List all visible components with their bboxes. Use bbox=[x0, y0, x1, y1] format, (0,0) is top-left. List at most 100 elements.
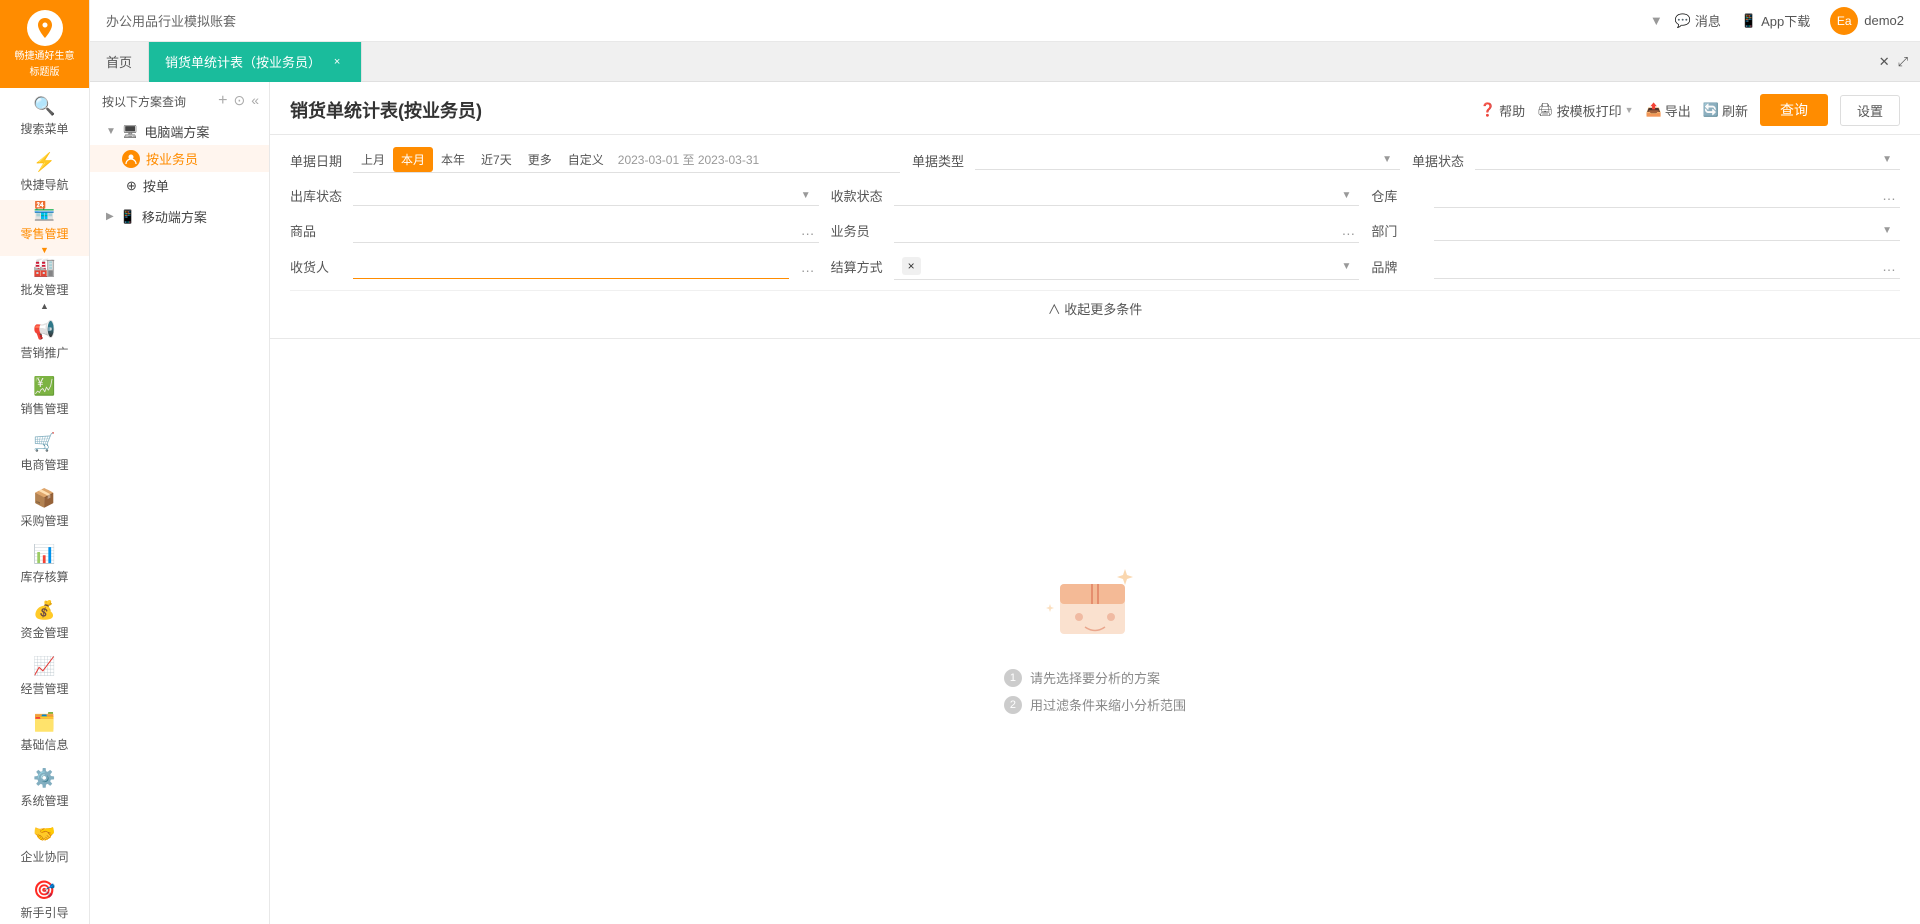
tree-arrow-mobile: ▶ bbox=[106, 211, 114, 222]
date-btn-7days[interactable]: 近7天 bbox=[473, 147, 520, 172]
left-panel-actions: + ⊙ « bbox=[218, 92, 259, 110]
help-label: 帮助 bbox=[1499, 101, 1525, 120]
empty-tip-2: 2 用过滤条件来缩小分析范围 bbox=[1004, 695, 1186, 714]
export-label: 导出 bbox=[1665, 101, 1691, 120]
filter-settlement: 结算方式 × ▼ bbox=[831, 253, 1360, 280]
sidebar-item-guide[interactable]: 🎯 新手引导 bbox=[0, 872, 90, 924]
salesperson-dots[interactable]: … bbox=[1341, 222, 1355, 238]
date-btn-lastmonth[interactable]: 上月 bbox=[353, 147, 393, 172]
logo-text: 畅捷通好生意 bbox=[15, 50, 75, 63]
settlement-select[interactable]: × ▼ bbox=[894, 253, 1360, 280]
sidebar-item-label-retail: 零售管理 bbox=[20, 225, 68, 242]
warehouse-dots[interactable]: … bbox=[1882, 187, 1896, 203]
filter-brand: 品牌 … bbox=[1371, 254, 1900, 279]
topbar-dropdown-arrow[interactable]: ▼ bbox=[1650, 13, 1663, 28]
page-content: 按以下方案查询 + ⊙ « ▼ 🖥 电脑端方案 bbox=[90, 82, 1920, 924]
user-name: demo2 bbox=[1864, 13, 1904, 28]
filter-row-4: 收货人 … 结算方式 × ▼ 品牌 bbox=[290, 253, 1900, 280]
sidebar-item-label-wholesale: 批发管理 bbox=[20, 281, 68, 298]
sidebar-item-label-guide: 新手引导 bbox=[20, 904, 68, 921]
tree-child-salesperson-label: 按业务员 bbox=[146, 149, 198, 168]
sidebar-item-basic[interactable]: 🗂️ 基础信息 bbox=[0, 704, 90, 760]
tree-child-doc-label: 按单 bbox=[143, 176, 169, 195]
settings-button[interactable]: 设置 bbox=[1840, 95, 1900, 126]
tab-close-btn[interactable]: × bbox=[329, 54, 345, 70]
tab-active[interactable]: 销货单统计表（按业务员） × bbox=[149, 42, 362, 82]
edit-scheme-btn[interactable]: ⊙ bbox=[233, 92, 245, 110]
filter-salesperson: 业务员 … bbox=[831, 218, 1360, 243]
phone-icon: 📱 bbox=[1741, 13, 1757, 29]
refresh-btn[interactable]: 🔄 刷新 bbox=[1703, 101, 1748, 120]
tab-close-window-icon[interactable]: ✕ bbox=[1879, 54, 1890, 70]
sidebar-item-operation[interactable]: 📈 经营管理 bbox=[0, 648, 90, 704]
filter-area: 单据日期 上月 本月 本年 近7天 更多 自定义 2023-03-01 至 20… bbox=[270, 135, 1920, 339]
print-label: 按模板打印 bbox=[1557, 101, 1622, 120]
doctype-arrow: ▼ bbox=[1382, 154, 1392, 165]
sidebar-item-finance[interactable]: 💰 资金管理 bbox=[0, 592, 90, 648]
date-btn-more[interactable]: 更多 bbox=[520, 147, 560, 172]
add-scheme-btn[interactable]: + bbox=[218, 92, 227, 110]
help-icon: ❓ bbox=[1480, 102, 1496, 118]
sidebar-item-marketing[interactable]: 📢 营销推广 bbox=[0, 312, 90, 368]
sidebar-item-sales[interactable]: 💹 销售管理 bbox=[0, 368, 90, 424]
brand-label: 品牌 bbox=[1371, 257, 1426, 276]
filter-date: 单据日期 上月 本月 本年 近7天 更多 自定义 2023-03-01 至 20… bbox=[290, 147, 900, 173]
sidebar-item-system[interactable]: ⚙️ 系统管理 bbox=[0, 760, 90, 816]
brand-dots[interactable]: … bbox=[1882, 258, 1896, 274]
main-area: 办公用品行业模拟账套 ▼ 💬 消息 📱 App下载 Ea demo2 首页 bbox=[90, 0, 1920, 924]
filter-row-3: 商品 … 业务员 … 部门 bbox=[290, 218, 1900, 243]
sidebar-item-search[interactable]: 🔍 搜索菜单 bbox=[0, 88, 90, 144]
app-download-btn[interactable]: 📱 App下载 bbox=[1741, 11, 1810, 30]
message-label: 消息 bbox=[1695, 11, 1721, 30]
paymentstatus-select[interactable]: ▼ bbox=[894, 186, 1360, 206]
left-panel: 按以下方案查询 + ⊙ « ▼ 🖥 电脑端方案 bbox=[90, 82, 270, 924]
collapse-bar[interactable]: ∧ 收起更多条件 bbox=[290, 290, 1900, 326]
doctype-select[interactable]: ▼ bbox=[975, 150, 1400, 170]
collapse-panel-btn[interactable]: « bbox=[251, 92, 259, 110]
docstatus-select[interactable]: ▼ bbox=[1475, 150, 1900, 170]
empty-tip-1: 1 请先选择要分析的方案 bbox=[1004, 668, 1186, 687]
query-button[interactable]: 查询 bbox=[1760, 94, 1828, 126]
receiver-dots[interactable]: … bbox=[801, 259, 815, 275]
settlement-tag: × bbox=[902, 257, 921, 275]
sidebar-item-label-purchase: 采购管理 bbox=[20, 512, 68, 529]
date-btn-thisyear[interactable]: 本年 bbox=[433, 147, 473, 172]
sidebar-item-quicknav[interactable]: ⚡ 快捷导航 bbox=[0, 144, 90, 200]
warehouse-label: 仓库 bbox=[1371, 186, 1426, 205]
user-section[interactable]: Ea demo2 bbox=[1830, 7, 1904, 35]
tree-child-salesperson[interactable]: 按业务员 bbox=[90, 145, 269, 172]
message-btn[interactable]: 💬 消息 bbox=[1675, 11, 1721, 30]
export-btn[interactable]: 📤 导出 bbox=[1646, 101, 1691, 120]
tree-child-doc[interactable]: ⊕ 按单 bbox=[90, 172, 269, 199]
sidebar-item-wholesale[interactable]: 🏭 批发管理 ▲ bbox=[0, 256, 90, 312]
sidebar-item-ecommerce[interactable]: 🛒 电商管理 bbox=[0, 424, 90, 480]
filter-doctype: 单据类型 ▼ bbox=[912, 150, 1400, 170]
help-btn[interactable]: ❓ 帮助 bbox=[1480, 101, 1525, 120]
settlement-tag-close[interactable]: × bbox=[908, 259, 915, 273]
sidebar-item-retail[interactable]: 🏪 零售管理 ▼ bbox=[0, 200, 90, 256]
inventory-icon: 📊 bbox=[33, 544, 55, 565]
docstatus-label: 单据状态 bbox=[1412, 151, 1467, 170]
tree-node-mobile[interactable]: ▶ 📱 移动端方案 bbox=[90, 203, 269, 230]
sidebar-item-inventory[interactable]: 📊 库存核算 bbox=[0, 536, 90, 592]
filter-product: 商品 … bbox=[290, 218, 819, 243]
tab-home[interactable]: 首页 bbox=[90, 42, 149, 82]
tree-node-pc[interactable]: ▼ 🖥 电脑端方案 bbox=[90, 118, 269, 145]
paymentstatus-arrow: ▼ bbox=[1341, 190, 1351, 201]
salesperson-icon bbox=[122, 150, 140, 168]
empty-tips: 1 请先选择要分析的方案 2 用过滤条件来缩小分析范围 bbox=[1004, 668, 1186, 714]
print-btn[interactable]: 🖨 按模板打印 ▼ bbox=[1537, 101, 1633, 120]
department-arrow: ▼ bbox=[1882, 225, 1892, 236]
product-dots[interactable]: … bbox=[801, 222, 815, 238]
receiver-input[interactable] bbox=[353, 255, 789, 279]
doc-icon: ⊕ bbox=[126, 178, 137, 194]
app-download-label: App下载 bbox=[1761, 11, 1810, 30]
sidebar-item-purchase[interactable]: 📦 采购管理 bbox=[0, 480, 90, 536]
tab-maximize-icon[interactable]: ⤢ bbox=[1898, 54, 1908, 70]
date-btn-custom[interactable]: 自定义 bbox=[560, 147, 612, 172]
department-select[interactable]: ▼ bbox=[1434, 221, 1900, 241]
outstatus-select[interactable]: ▼ bbox=[353, 186, 819, 206]
date-btn-thismonth[interactable]: 本月 bbox=[393, 147, 433, 172]
sidebar-item-enterprise[interactable]: 🤝 企业协同 bbox=[0, 816, 90, 872]
sidebar-item-label-quicknav: 快捷导航 bbox=[20, 176, 68, 193]
